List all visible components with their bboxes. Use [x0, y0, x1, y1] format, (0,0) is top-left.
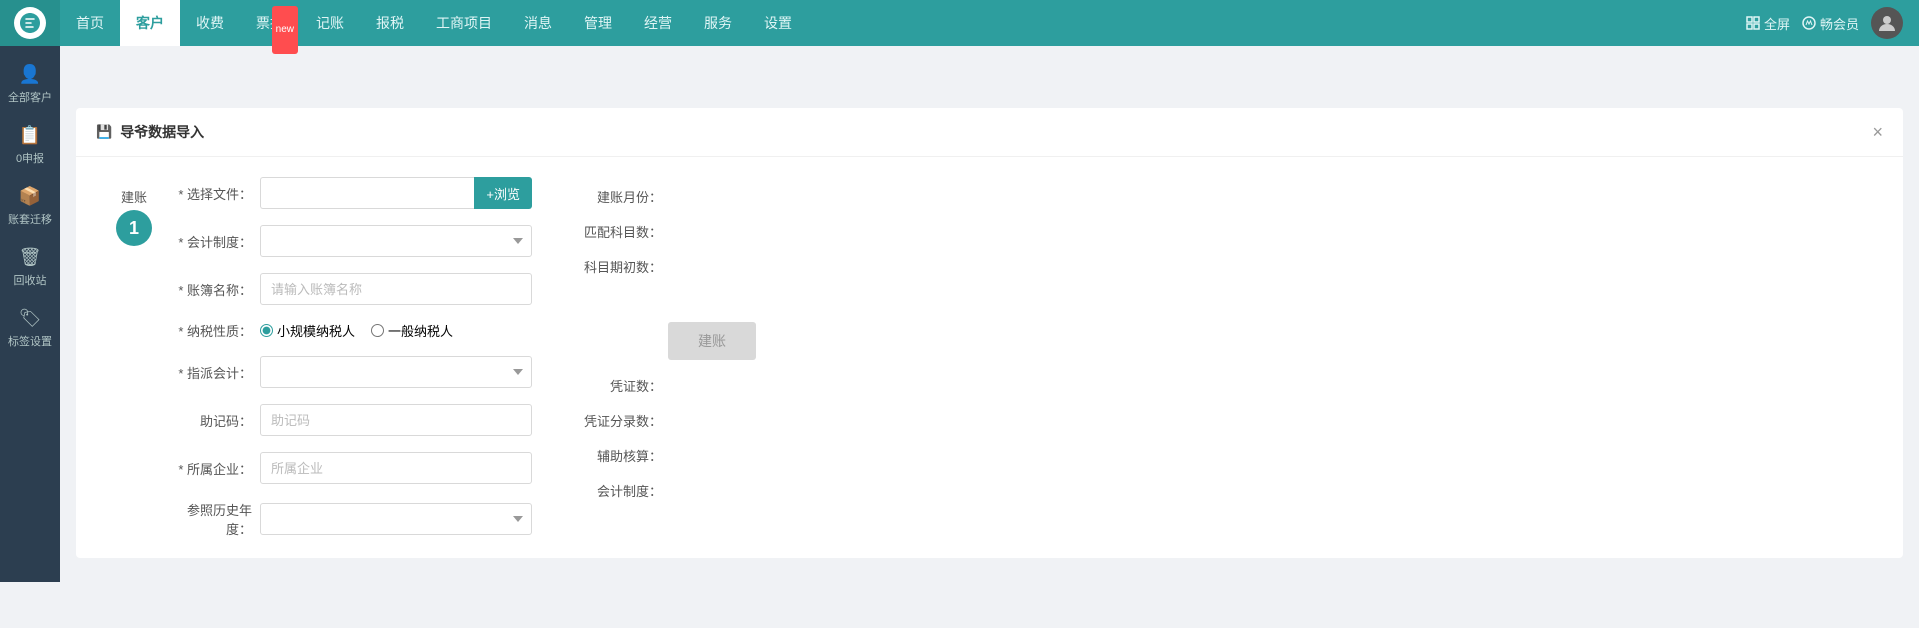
- import-icon: 💾: [96, 124, 112, 140]
- build-account-button[interactable]: 建账: [668, 322, 756, 360]
- sidebar-item-zero-report[interactable]: 📋 0申报: [0, 117, 60, 174]
- sidebar-item-migrate[interactable]: 📦 账套迁移: [0, 178, 60, 235]
- subject-initial-label: 科目期初数：: [572, 257, 662, 276]
- tax-general-option[interactable]: 一般纳税人: [371, 321, 453, 340]
- step-circle: 1: [116, 210, 152, 246]
- tax-type-row: * 纳税性质： 小规模纳税人 一般纳税人: [172, 321, 532, 340]
- subject-initial-row: 科目期初数：: [572, 257, 852, 276]
- nav-item-service[interactable]: 服务: [688, 0, 748, 46]
- build-month-label: 建账月份：: [572, 187, 662, 206]
- build-btn-wrapper: 建账: [572, 302, 852, 360]
- accountant-row: * 指派会计：: [172, 356, 532, 388]
- voucher-records-label: 凭证分录数：: [572, 411, 662, 430]
- aux-accounting-row: 辅助核算：: [572, 446, 852, 465]
- tag-icon: 🏷: [19, 308, 42, 329]
- nav-right: 全屏 畅会员: [1746, 7, 1919, 39]
- ledger-name-label: * 账簿名称：: [172, 280, 252, 299]
- avatar[interactable]: [1871, 7, 1903, 39]
- card-header: 💾 导爷数据导入 ×: [76, 108, 1903, 157]
- file-input[interactable]: [260, 177, 474, 209]
- tax-type-radio-group: 小规模纳税人 一般纳税人: [260, 321, 453, 340]
- build-month-row: 建账月份：: [572, 187, 852, 206]
- import-card: 💾 导爷数据导入 × 建账 1 * 选择文件： +浏览: [76, 108, 1903, 558]
- nav-item-customer[interactable]: 客户: [120, 0, 180, 46]
- info-panel: 建账月份： 匹配科目数： 科目期初数： 建账 凭证数：: [572, 177, 852, 538]
- fullscreen-button[interactable]: 全屏: [1746, 14, 1790, 33]
- top-nav: 首页 客户 收费 票据 new 记账 报税 工商项目 消息 管理 经营 服务 设…: [0, 0, 1919, 46]
- nav-item-operation[interactable]: 经营: [628, 0, 688, 46]
- ledger-name-input[interactable]: [260, 273, 532, 305]
- vip-button[interactable]: 畅会员: [1802, 14, 1859, 33]
- step-section: 建账 1 * 选择文件： +浏览 * 会计制度：: [116, 177, 532, 538]
- accounting-label: * 会计制度：: [172, 232, 252, 251]
- migrate-icon: 📦: [19, 186, 41, 207]
- match-subjects-row: 匹配科目数：: [572, 222, 852, 241]
- accounting-row: * 会计制度：: [172, 225, 532, 257]
- memo-row: 助记码：: [172, 404, 532, 436]
- voucher-row: 凭证数：: [572, 376, 852, 395]
- file-row: * 选择文件： +浏览: [172, 177, 532, 209]
- close-button[interactable]: ×: [1872, 122, 1883, 143]
- accounting-system-label: 会计制度：: [572, 481, 662, 500]
- nav-item-business[interactable]: 工商项目: [420, 0, 508, 46]
- tax-small-radio[interactable]: [260, 324, 273, 337]
- form-fields: * 选择文件： +浏览 * 会计制度：: [172, 177, 532, 538]
- nav-item-manage[interactable]: 管理: [568, 0, 628, 46]
- tax-small-option[interactable]: 小规模纳税人: [260, 321, 355, 340]
- nav-item-message[interactable]: 消息: [508, 0, 568, 46]
- browse-button[interactable]: +浏览: [474, 177, 532, 209]
- voucher-records-row: 凭证分录数：: [572, 411, 852, 430]
- voucher-label: 凭证数：: [572, 376, 662, 395]
- company-row: * 所属企业：: [172, 452, 532, 484]
- nav-item-settings[interactable]: 设置: [748, 0, 808, 46]
- nav-items: 首页 客户 收费 票据 new 记账 报税 工商项目 消息 管理 经营 服务 设…: [60, 0, 1746, 46]
- aux-accounting-label: 辅助核算：: [572, 446, 662, 465]
- sidebar: 👤 全部客户 📋 0申报 📦 账套迁移 🗑 回收站 🏷 标签设置: [0, 46, 60, 582]
- company-input[interactable]: [260, 452, 532, 484]
- ledger-name-row: * 账簿名称：: [172, 273, 532, 305]
- file-input-wrapper: +浏览: [260, 177, 532, 209]
- trash-icon: 🗑: [19, 247, 42, 268]
- nav-item-home[interactable]: 首页: [60, 0, 120, 46]
- sidebar-item-all-customers[interactable]: 👤 全部客户: [0, 56, 60, 113]
- step-text: 建账: [121, 187, 147, 206]
- card-title: 导爷数据导入: [120, 122, 204, 142]
- memo-label: 助记码：: [172, 411, 252, 430]
- history-year-row: 参照历史年度：: [172, 500, 532, 538]
- accounting-select[interactable]: [260, 225, 532, 257]
- nav-item-ticket[interactable]: 票据 new: [240, 0, 300, 46]
- report-icon: 📋: [19, 125, 41, 146]
- form-area: 建账 1 * 选择文件： +浏览 * 会计制度：: [76, 157, 1903, 558]
- sidebar-item-tags[interactable]: 🏷 标签设置: [0, 300, 60, 357]
- company-label: * 所属企业：: [172, 459, 252, 478]
- main-content: 💾 导爷数据导入 × 建账 1 * 选择文件： +浏览: [60, 92, 1919, 628]
- accountant-select[interactable]: [260, 356, 532, 388]
- history-year-select[interactable]: [260, 503, 532, 535]
- match-subjects-label: 匹配科目数：: [572, 222, 662, 241]
- logo-icon: [14, 7, 46, 39]
- memo-input[interactable]: [260, 404, 532, 436]
- tax-small-label: 小规模纳税人: [277, 321, 355, 340]
- history-year-label: 参照历史年度：: [172, 500, 252, 538]
- nav-item-fee[interactable]: 收费: [180, 0, 240, 46]
- new-badge: new: [272, 6, 298, 54]
- logo: [0, 0, 60, 46]
- accountant-label: * 指派会计：: [172, 363, 252, 382]
- sidebar-item-recycle[interactable]: 🗑 回收站: [0, 239, 60, 296]
- nav-item-tax[interactable]: 报税: [360, 0, 420, 46]
- tax-general-radio[interactable]: [371, 324, 384, 337]
- accounting-system-row: 会计制度：: [572, 481, 852, 500]
- tax-type-label: * 纳税性质：: [172, 321, 252, 340]
- step-label: 建账 1: [116, 187, 152, 246]
- file-label: * 选择文件：: [172, 184, 252, 203]
- nav-item-accounting[interactable]: 记账: [300, 0, 360, 46]
- tax-general-label: 一般纳税人: [388, 321, 453, 340]
- users-icon: 👤: [19, 64, 41, 85]
